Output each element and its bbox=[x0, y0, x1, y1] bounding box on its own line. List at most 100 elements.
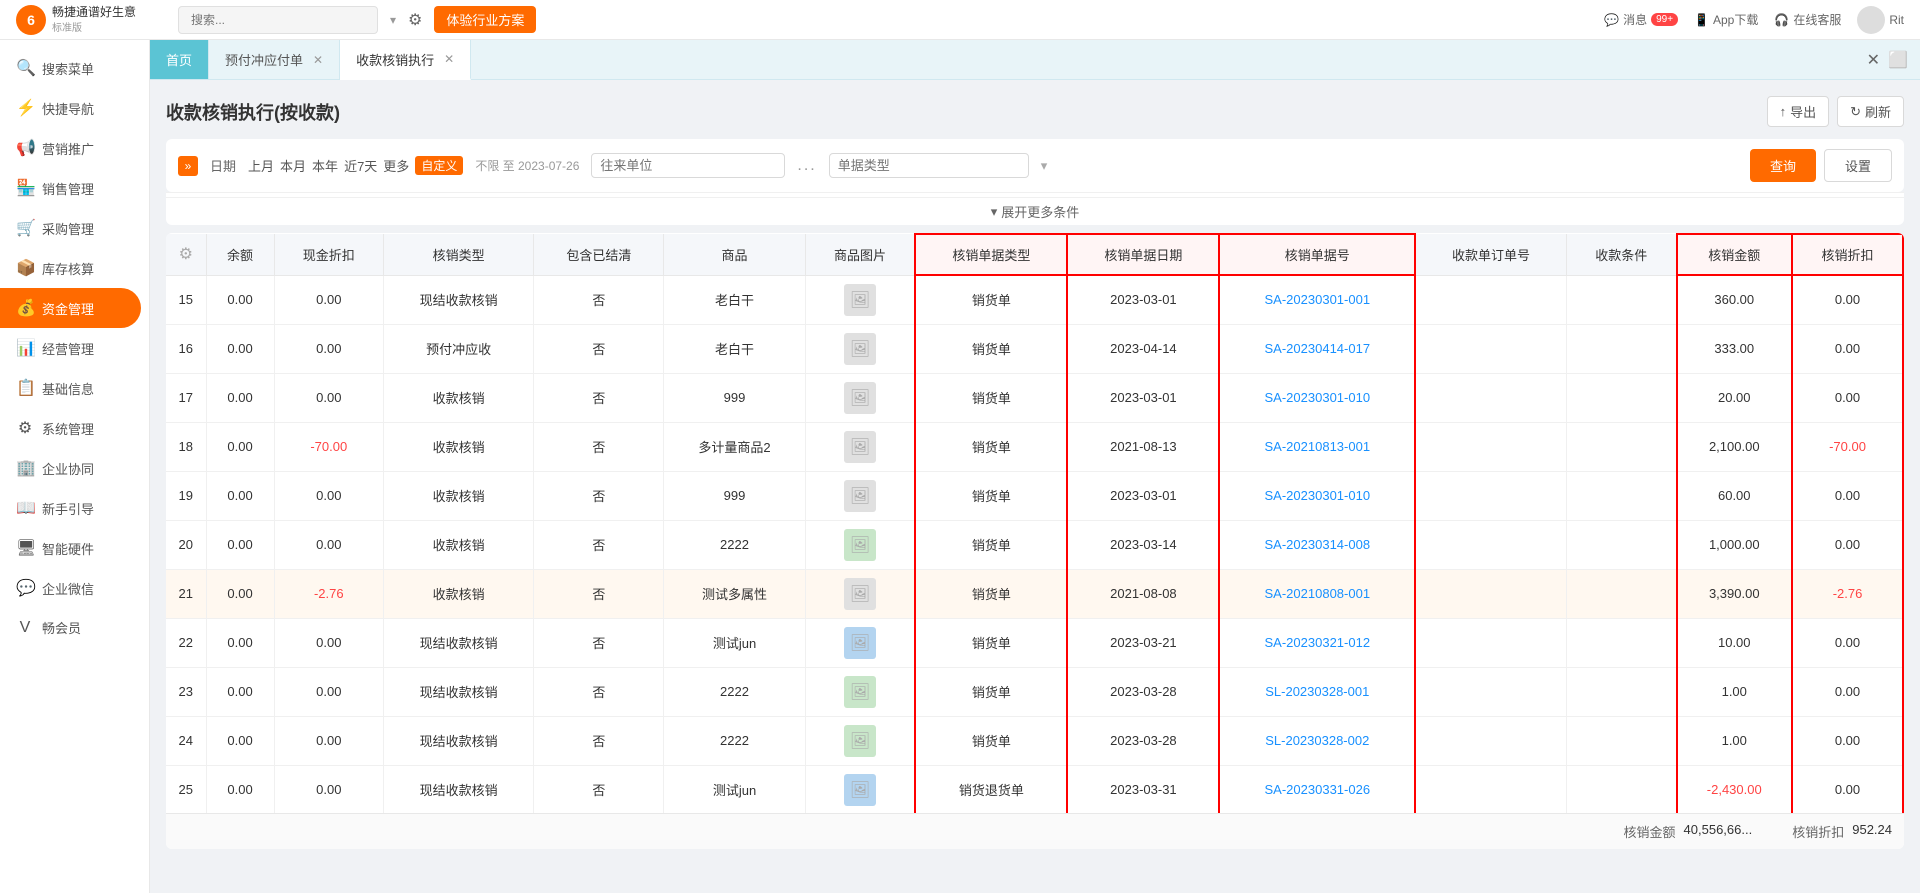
doc-no-link[interactable]: SA-20230301-010 bbox=[1265, 390, 1371, 405]
refresh-button[interactable]: ↻ 刷新 bbox=[1837, 96, 1904, 127]
cell-num: 20 bbox=[166, 520, 206, 569]
cell-product: 老白干 bbox=[664, 324, 805, 373]
cell-doc-no[interactable]: SA-20230314-008 bbox=[1219, 520, 1415, 569]
cell-doc-date: 2023-03-21 bbox=[1067, 618, 1219, 667]
cell-doc-no[interactable]: SA-20210808-001 bbox=[1219, 569, 1415, 618]
doc-no-link[interactable]: SA-20230314-008 bbox=[1265, 537, 1371, 552]
user-area[interactable]: Rit bbox=[1857, 6, 1904, 34]
cell-doc-no[interactable]: SL-20230328-001 bbox=[1219, 667, 1415, 716]
doc-no-link[interactable]: SA-20210813-001 bbox=[1265, 439, 1371, 454]
message-button[interactable]: 💬 消息 99+ bbox=[1604, 11, 1678, 28]
maximize-icon[interactable]: ⬜ bbox=[1888, 50, 1908, 70]
cell-receipt-condition bbox=[1566, 324, 1676, 373]
doc-no-link[interactable]: SA-20210808-001 bbox=[1265, 586, 1371, 601]
date-this-month[interactable]: 本月 bbox=[280, 156, 306, 175]
cell-doc-no[interactable]: SA-20230331-026 bbox=[1219, 765, 1415, 813]
date-more[interactable]: 更多 bbox=[383, 156, 409, 175]
cell-doc-no[interactable]: SA-20230301-010 bbox=[1219, 471, 1415, 520]
cell-doc-no[interactable]: SA-20230301-001 bbox=[1219, 275, 1415, 324]
sidebar-item-wechat[interactable]: 💬 企业微信 bbox=[0, 568, 149, 608]
app-download-button[interactable]: 📱 App下载 bbox=[1694, 11, 1758, 28]
footer-writeoff-amount: 核销金额 40,556,66... bbox=[1624, 822, 1753, 841]
cell-balance: 0.00 bbox=[206, 520, 274, 569]
cell-writeoff-amount: 1.00 bbox=[1677, 667, 1793, 716]
cell-writeoff-type: 预付冲应收 bbox=[383, 324, 534, 373]
gear-icon[interactable]: ⚙ bbox=[408, 10, 422, 30]
cell-receipt-order-no bbox=[1415, 667, 1566, 716]
date-this-year[interactable]: 本年 bbox=[312, 156, 338, 175]
logo-area: 6 畅捷通谱好生意 标准版 bbox=[16, 5, 166, 35]
sidebar-item-member[interactable]: V 畅会员 bbox=[0, 608, 149, 647]
table-row: 17 0.00 0.00 收款核销 否 999 🖼 销货单 2023-03-01… bbox=[166, 373, 1903, 422]
tab-home[interactable]: 首页 bbox=[150, 40, 209, 79]
receipt-type-dropdown-icon[interactable]: ▾ bbox=[1041, 158, 1048, 174]
avatar bbox=[1857, 6, 1885, 34]
sidebar-item-purchase[interactable]: 🛒 采购管理 bbox=[0, 208, 149, 248]
cell-doc-no[interactable]: SA-20210813-001 bbox=[1219, 422, 1415, 471]
sidebar-item-hardware[interactable]: 🖥 智能硬件 bbox=[0, 528, 149, 568]
doc-no-link[interactable]: SA-20230301-001 bbox=[1265, 292, 1371, 307]
tab-writeoff[interactable]: 收款核销执行 ✕ bbox=[340, 40, 471, 80]
column-settings-icon[interactable]: ⚙ bbox=[179, 246, 193, 263]
cell-doc-type: 销货单 bbox=[915, 422, 1067, 471]
sidebar-item-finance[interactable]: 💰 资金管理 bbox=[0, 288, 141, 328]
table-row: 18 0.00 -70.00 收款核销 否 多计量商品2 🖼 销货单 2021-… bbox=[166, 422, 1903, 471]
cell-num: 17 bbox=[166, 373, 206, 422]
sidebar-item-guide[interactable]: 📖 新手引导 bbox=[0, 488, 149, 528]
tab-close-prepay[interactable]: ✕ bbox=[313, 53, 323, 67]
th-receipt-order-no: 收款单订单号 bbox=[1415, 234, 1566, 275]
cell-product-img: 🖼 bbox=[805, 373, 915, 422]
date-custom[interactable]: 自定义 bbox=[415, 156, 463, 175]
partner-more-icon[interactable]: ... bbox=[797, 157, 816, 175]
cell-doc-type: 销货单 bbox=[915, 667, 1067, 716]
sidebar-item-inventory[interactable]: 📦 库存核算 bbox=[0, 248, 149, 288]
cell-doc-no[interactable]: SA-20230301-010 bbox=[1219, 373, 1415, 422]
sidebar-item-basic-info[interactable]: 📋 基础信息 bbox=[0, 368, 149, 408]
cart-icon: 🛒 bbox=[16, 218, 34, 238]
sidebar-item-quick-nav[interactable]: ⚡ 快捷导航 bbox=[0, 88, 149, 128]
settings-button[interactable]: 设置 bbox=[1824, 149, 1892, 182]
cell-writeoff-discount: 0.00 bbox=[1792, 275, 1903, 324]
cell-doc-no[interactable]: SL-20230328-002 bbox=[1219, 716, 1415, 765]
tab-prepay[interactable]: 预付冲应付单 ✕ bbox=[209, 40, 340, 79]
doc-no-link[interactable]: SA-20230321-012 bbox=[1265, 635, 1371, 650]
doc-no-link[interactable]: SA-20230414-017 bbox=[1265, 341, 1371, 356]
table-row: 22 0.00 0.00 现结收款核销 否 测试jun 🖼 销货单 2023-0… bbox=[166, 618, 1903, 667]
cell-include-settled: 否 bbox=[534, 569, 664, 618]
expand-conditions-button[interactable]: ▾ 展开更多条件 bbox=[166, 197, 1904, 225]
sidebar-item-system[interactable]: ⚙ 系统管理 bbox=[0, 408, 149, 448]
close-window-icon[interactable]: ✕ bbox=[1867, 50, 1880, 70]
doc-no-link[interactable]: SA-20230331-026 bbox=[1265, 782, 1371, 797]
box-icon: 📦 bbox=[16, 258, 34, 278]
cell-doc-no[interactable]: SA-20230321-012 bbox=[1219, 618, 1415, 667]
cell-num: 18 bbox=[166, 422, 206, 471]
cell-doc-no[interactable]: SA-20230414-017 bbox=[1219, 324, 1415, 373]
cell-num: 19 bbox=[166, 471, 206, 520]
sidebar-item-enterprise[interactable]: 🏢 企业协同 bbox=[0, 448, 149, 488]
table-wrap[interactable]: ⚙ 余额 现金折扣 核销类型 包含已结清 商品 商品图片 核销单据类型 核销单据… bbox=[166, 233, 1904, 813]
cell-cash-discount: 0.00 bbox=[274, 471, 383, 520]
tab-close-writeoff[interactable]: ✕ bbox=[444, 52, 454, 66]
doc-no-link[interactable]: SL-20230328-001 bbox=[1265, 684, 1369, 699]
cell-include-settled: 否 bbox=[534, 275, 664, 324]
query-button[interactable]: 查询 bbox=[1750, 149, 1816, 182]
search-input[interactable] bbox=[178, 6, 378, 34]
trial-button[interactable]: 体验行业方案 bbox=[434, 6, 536, 33]
online-service-button[interactable]: 🎧 在线客服 bbox=[1774, 11, 1841, 28]
filter-expand-button[interactable]: » bbox=[178, 156, 198, 176]
refresh-icon: ↻ bbox=[1850, 104, 1861, 120]
sidebar-item-marketing[interactable]: 📢 营销推广 bbox=[0, 128, 149, 168]
cell-product-img: 🖼 bbox=[805, 275, 915, 324]
sidebar-item-sales[interactable]: 🏪 销售管理 bbox=[0, 168, 149, 208]
cell-receipt-condition bbox=[1566, 569, 1676, 618]
partner-filter-input[interactable] bbox=[591, 153, 785, 178]
doc-no-link[interactable]: SA-20230301-010 bbox=[1265, 488, 1371, 503]
export-button[interactable]: ↑ 导出 bbox=[1767, 96, 1830, 127]
receipt-type-filter-input[interactable] bbox=[829, 153, 1029, 178]
date-last-month[interactable]: 上月 bbox=[248, 156, 274, 175]
date-7days[interactable]: 近7天 bbox=[344, 156, 377, 175]
th-settings: ⚙ bbox=[166, 234, 206, 275]
sidebar-item-operations[interactable]: 📊 经营管理 bbox=[0, 328, 149, 368]
sidebar-item-search[interactable]: 🔍 搜索菜单 bbox=[0, 48, 149, 88]
doc-no-link[interactable]: SL-20230328-002 bbox=[1265, 733, 1369, 748]
